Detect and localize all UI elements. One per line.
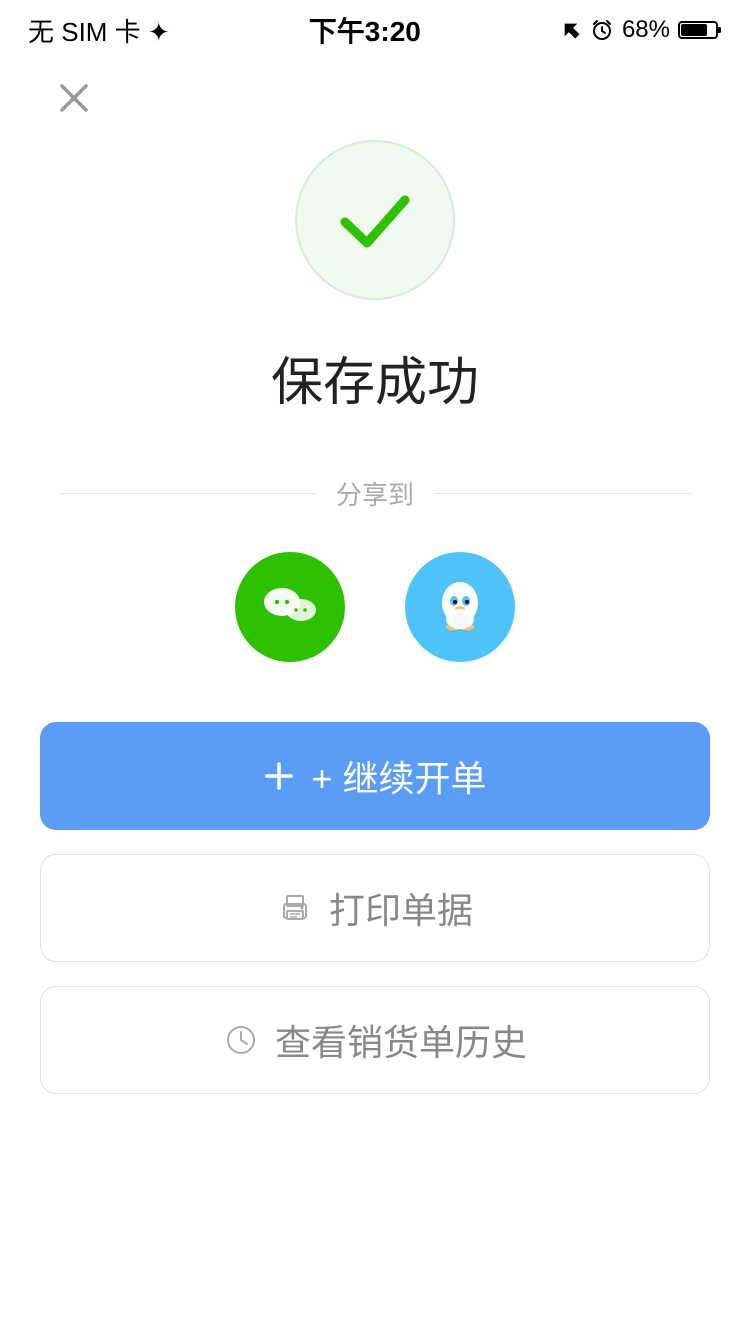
wechat-icon	[255, 572, 325, 642]
status-bar: 无 SIM 卡 ✦ 下午3:20 68%	[0, 0, 750, 60]
share-divider-left	[60, 493, 316, 494]
qq-share-button[interactable]	[405, 552, 515, 662]
sim-label: 无 SIM 卡 ✦	[28, 12, 170, 49]
checkmark-icon	[330, 175, 420, 265]
close-button[interactable]	[48, 72, 100, 124]
history-button[interactable]: 查看销货单历史	[40, 986, 710, 1094]
action-buttons: + 继续开单 打印单据 查看销货单历史	[0, 722, 750, 1094]
location-icon	[560, 19, 582, 41]
share-section: 分享到	[0, 475, 750, 662]
share-icons-row	[235, 552, 515, 662]
battery-percentage: 68%	[622, 16, 670, 44]
print-button-label: 打印单据	[329, 882, 473, 934]
share-divider-right	[434, 493, 690, 494]
wechat-share-button[interactable]	[235, 552, 345, 662]
share-label: 分享到	[316, 475, 434, 512]
close-icon	[56, 80, 92, 116]
plus-icon	[263, 760, 295, 792]
clock-icon	[223, 1022, 259, 1058]
printer-icon	[277, 890, 313, 926]
continue-button[interactable]: + 继续开单	[40, 722, 710, 830]
battery-icon	[678, 19, 722, 41]
success-title: 保存成功	[271, 340, 479, 415]
share-divider-row: 分享到	[0, 475, 750, 512]
alarm-icon	[590, 18, 614, 42]
print-button[interactable]: 打印单据	[40, 854, 710, 962]
main-content: 保存成功 分享到	[0, 60, 750, 1094]
status-left: 无 SIM 卡 ✦	[28, 12, 170, 49]
continue-button-label: + 继续开单	[311, 750, 486, 802]
qq-icon	[426, 573, 494, 641]
success-icon-circle	[295, 140, 455, 300]
status-right: 68%	[560, 16, 722, 44]
status-time: 下午3:20	[309, 10, 421, 50]
history-button-label: 查看销货单历史	[275, 1014, 527, 1066]
